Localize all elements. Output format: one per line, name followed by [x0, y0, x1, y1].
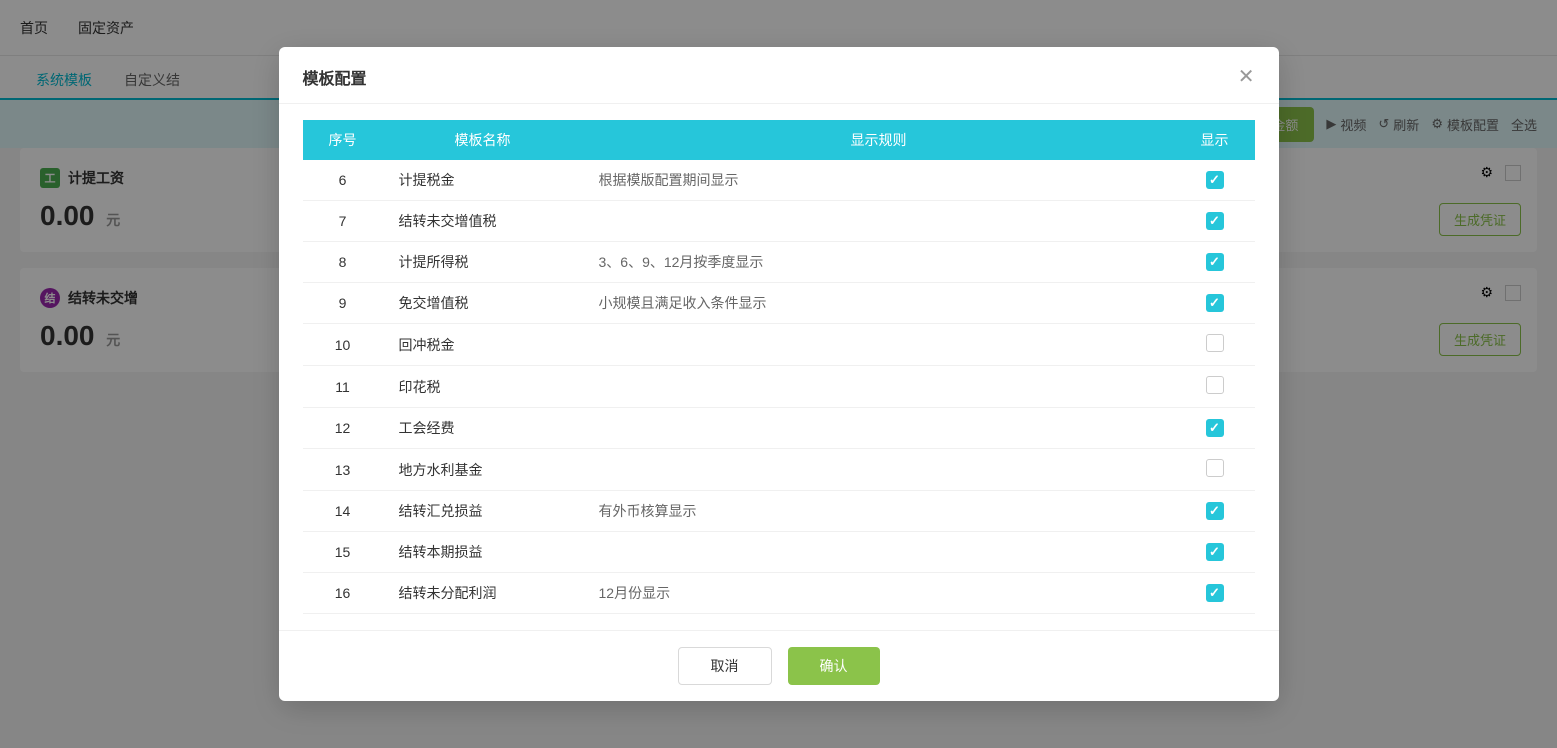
cell-row-id: 8: [303, 242, 383, 283]
cell-row-rule: [583, 532, 1175, 573]
cell-row-name: 印花税: [383, 366, 583, 408]
cell-row-id: 16: [303, 573, 383, 614]
cell-row-checkbox[interactable]: [1175, 242, 1255, 283]
cell-row-id: 14: [303, 491, 383, 532]
cell-row-name: 免交增值税: [383, 283, 583, 324]
table-row: 16结转未分配利润12月份显示: [303, 573, 1255, 614]
checkbox-checked[interactable]: [1206, 171, 1224, 189]
checkbox-checked[interactable]: [1206, 253, 1224, 271]
modal-overlay: 模板配置 ✕ 序号 模板名称 显示规则 显示 6计提税金根据模版配置期间显示7结…: [0, 0, 1557, 748]
checkbox-checked[interactable]: [1206, 294, 1224, 312]
dialog-title: 模板配置: [303, 65, 367, 89]
cell-row-name: 结转本期损益: [383, 532, 583, 573]
checkbox-unchecked[interactable]: [1206, 334, 1224, 352]
cancel-button[interactable]: 取消: [678, 647, 772, 685]
cell-row-name: 结转汇兑损益: [383, 491, 583, 532]
cell-row-rule: 12月份显示: [583, 573, 1175, 614]
table-row: 10回冲税金: [303, 324, 1255, 366]
cell-row-id: 10: [303, 324, 383, 366]
cell-row-checkbox[interactable]: [1175, 160, 1255, 201]
cell-row-rule: [583, 449, 1175, 491]
cell-row-checkbox[interactable]: [1175, 449, 1255, 491]
cell-row-checkbox[interactable]: [1175, 324, 1255, 366]
cell-row-checkbox[interactable]: [1175, 573, 1255, 614]
dialog-close-button[interactable]: ✕: [1238, 67, 1255, 87]
cell-row-rule: 3、6、9、12月按季度显示: [583, 242, 1175, 283]
checkbox-checked[interactable]: [1206, 543, 1224, 561]
cell-row-name: 结转未交增值税: [383, 201, 583, 242]
col-header-name: 模板名称: [383, 120, 583, 160]
table-row: 7结转未交增值税: [303, 201, 1255, 242]
cell-row-checkbox[interactable]: [1175, 408, 1255, 449]
dialog-template-config: 模板配置 ✕ 序号 模板名称 显示规则 显示 6计提税金根据模版配置期间显示7结…: [279, 47, 1279, 701]
cell-row-name: 地方水利基金: [383, 449, 583, 491]
cell-row-checkbox[interactable]: [1175, 283, 1255, 324]
cell-row-id: 6: [303, 160, 383, 201]
dialog-footer: 取消 确认: [279, 630, 1279, 701]
cell-row-name: 计提税金: [383, 160, 583, 201]
cell-row-id: 9: [303, 283, 383, 324]
checkbox-unchecked[interactable]: [1206, 459, 1224, 477]
table-header-row: 序号 模板名称 显示规则 显示: [303, 120, 1255, 160]
table-row: 11印花税: [303, 366, 1255, 408]
checkbox-checked[interactable]: [1206, 212, 1224, 230]
cell-row-name: 回冲税金: [383, 324, 583, 366]
config-table: 序号 模板名称 显示规则 显示 6计提税金根据模版配置期间显示7结转未交增值税8…: [303, 120, 1255, 614]
cell-row-rule: [583, 201, 1175, 242]
cell-row-checkbox[interactable]: [1175, 201, 1255, 242]
cell-row-id: 15: [303, 532, 383, 573]
dialog-header: 模板配置 ✕: [279, 47, 1279, 104]
cell-row-name: 计提所得税: [383, 242, 583, 283]
col-header-rule: 显示规则: [583, 120, 1175, 160]
table-row: 13地方水利基金: [303, 449, 1255, 491]
cell-row-id: 13: [303, 449, 383, 491]
cell-row-rule: [583, 324, 1175, 366]
cell-row-checkbox[interactable]: [1175, 366, 1255, 408]
cell-row-rule: 有外币核算显示: [583, 491, 1175, 532]
cell-row-rule: [583, 408, 1175, 449]
table-row: 8计提所得税3、6、9、12月按季度显示: [303, 242, 1255, 283]
table-row: 15结转本期损益: [303, 532, 1255, 573]
cell-row-checkbox[interactable]: [1175, 491, 1255, 532]
cell-row-rule: 根据模版配置期间显示: [583, 160, 1175, 201]
col-header-display: 显示: [1175, 120, 1255, 160]
table-row: 6计提税金根据模版配置期间显示: [303, 160, 1255, 201]
table-row: 12工会经费: [303, 408, 1255, 449]
checkbox-unchecked[interactable]: [1206, 376, 1224, 394]
cell-row-id: 7: [303, 201, 383, 242]
cell-row-id: 12: [303, 408, 383, 449]
cell-row-rule: [583, 366, 1175, 408]
checkbox-checked[interactable]: [1206, 419, 1224, 437]
checkbox-checked[interactable]: [1206, 502, 1224, 520]
dialog-body: 序号 模板名称 显示规则 显示 6计提税金根据模版配置期间显示7结转未交增值税8…: [279, 104, 1279, 630]
table-row: 14结转汇兑损益有外币核算显示: [303, 491, 1255, 532]
confirm-button[interactable]: 确认: [788, 647, 880, 685]
table-row: 9免交增值税小规模且满足收入条件显示: [303, 283, 1255, 324]
col-header-id: 序号: [303, 120, 383, 160]
cell-row-id: 11: [303, 366, 383, 408]
checkbox-checked[interactable]: [1206, 584, 1224, 602]
cell-row-checkbox[interactable]: [1175, 532, 1255, 573]
cell-row-name: 工会经费: [383, 408, 583, 449]
cell-row-name: 结转未分配利润: [383, 573, 583, 614]
table-body: 6计提税金根据模版配置期间显示7结转未交增值税8计提所得税3、6、9、12月按季…: [303, 160, 1255, 614]
cell-row-rule: 小规模且满足收入条件显示: [583, 283, 1175, 324]
